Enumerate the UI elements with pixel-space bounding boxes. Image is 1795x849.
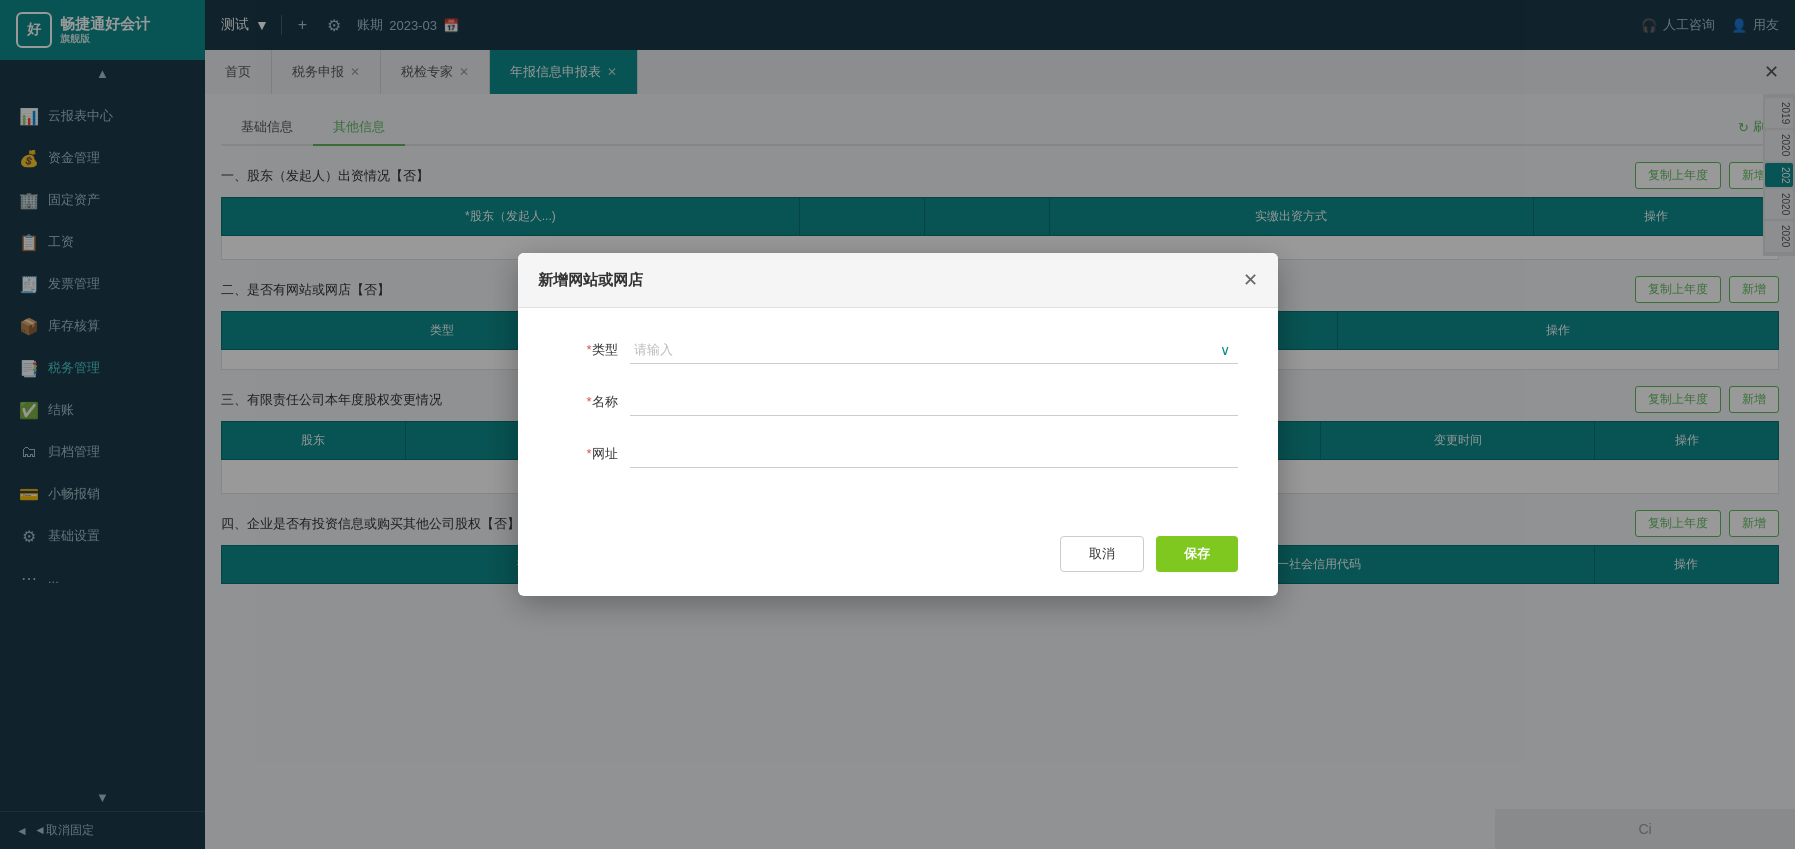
form-row-url: *网址	[558, 440, 1238, 468]
url-input[interactable]	[630, 440, 1238, 468]
save-button[interactable]: 保存	[1156, 536, 1238, 572]
form-row-type: *类型 ∨	[558, 336, 1238, 364]
form-input-url-wrap	[630, 440, 1238, 468]
type-input[interactable]	[630, 336, 1238, 364]
dialog-title: 新增网站或网店	[538, 271, 643, 290]
dialog-footer: 取消 保存	[518, 520, 1278, 596]
form-label-type: *类型	[558, 341, 618, 359]
name-input[interactable]	[630, 388, 1238, 416]
dialog-body: *类型 ∨ *名称 *网址	[518, 308, 1278, 520]
dialog-overlay[interactable]: 新增网站或网店 ✕ *类型 ∨ *名称	[0, 0, 1795, 849]
form-row-name: *名称	[558, 388, 1238, 416]
form-label-name: *名称	[558, 393, 618, 411]
cancel-button[interactable]: 取消	[1060, 536, 1144, 572]
form-label-url: *网址	[558, 445, 618, 463]
form-input-name-wrap	[630, 388, 1238, 416]
dialog-header: 新增网站或网店 ✕	[518, 253, 1278, 308]
add-website-dialog: 新增网站或网店 ✕ *类型 ∨ *名称	[518, 253, 1278, 596]
dialog-close-btn[interactable]: ✕	[1243, 269, 1258, 291]
form-input-type-wrap: ∨	[630, 336, 1238, 364]
